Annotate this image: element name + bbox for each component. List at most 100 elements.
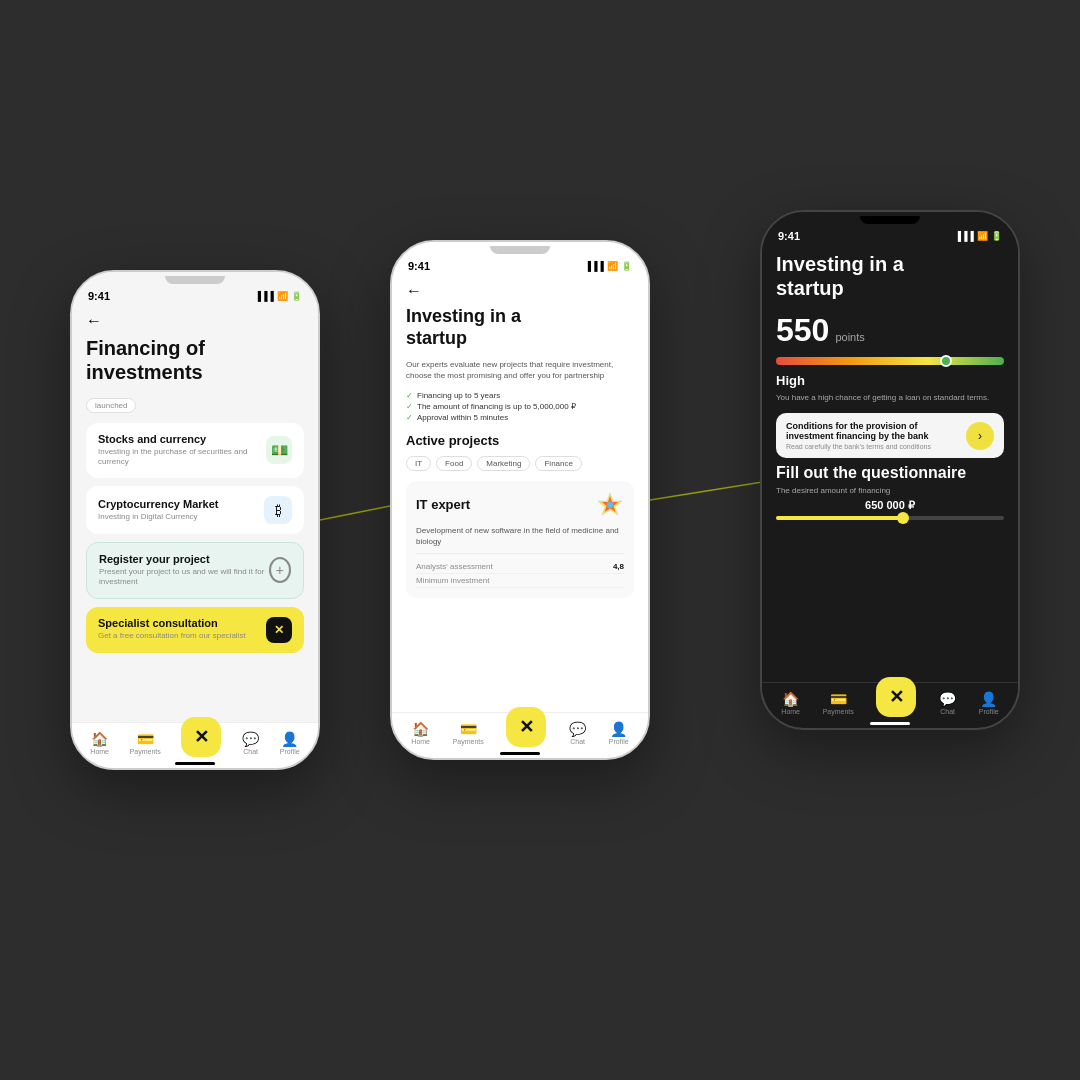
stat-row-2: Minimum investment [416,574,624,588]
register-sub: Present your project to us and we will f… [99,567,269,588]
home-indicator-middle [500,752,540,755]
nav-home-left[interactable]: 🏠 Home [90,731,109,755]
feature-text-3: Approval within 5 minutes [417,413,508,422]
home-icon-r: 🏠 [782,691,799,707]
payments-icon-r: 💳 [830,691,847,707]
check-1: ✓ [406,391,413,400]
crypto-card[interactable]: Cryptocurrency Market Investing in Digit… [86,486,304,534]
tag-finance[interactable]: Finance [535,456,581,471]
signal-icon: ▐▐▐ [255,291,274,301]
rating-label: High [776,373,1004,388]
feature-2: ✓ The amount of financing is up to 5,000… [406,401,634,412]
battery-icon: 🔋 [291,291,302,301]
back-button-middle[interactable]: ← [406,282,634,300]
stat-label-1: Analysts' assessment [416,562,493,571]
nav-chat-right[interactable]: 💬 Chat [939,691,956,715]
register-card[interactable]: Register your project Present your proje… [86,542,304,599]
chat-icon-m: 💬 [569,721,586,737]
status-bar-left: 9:41 ▐▐▐ 📶 🔋 [72,284,318,304]
nav-payments-middle[interactable]: 💳 Payments [453,721,484,745]
nav-payments-label-left: Payments [130,748,161,755]
nav-chat-label-left: Chat [243,748,258,755]
home-icon-m: 🏠 [412,721,429,737]
fill-sub: The desired amount of financing [776,486,1004,495]
signal-icon-m: ▐▐▐ [585,261,604,271]
crypto-card-text: Cryptocurrency Market Investing in Digit… [98,498,218,522]
nav-active-btn-left[interactable]: ✕ [181,717,221,757]
nav-payments-left[interactable]: 💳 Payments [130,731,161,755]
nav-payments-right[interactable]: 💳 Payments [823,691,854,715]
feature-text-1: Financing up to 5 years [417,391,500,400]
slider-thumb[interactable] [897,512,909,524]
nav-profile-right[interactable]: 👤 Profile [979,691,999,715]
conditions-card[interactable]: Conditions for the provision of investme… [776,413,1004,458]
tag-food[interactable]: Food [436,456,472,471]
check-2: ✓ [406,402,413,411]
bottom-nav-middle: 🏠 Home 💳 Payments ✕ 💬 Chat 👤 Profile [392,712,648,749]
tag-marketing[interactable]: Marketing [477,456,530,471]
stat-value-1: 4,8 [613,562,624,571]
register-plus-icon[interactable]: + [269,557,291,583]
time-middle: 9:41 [408,260,430,272]
condition-sub: Read carefully the bank's terms and cond… [786,443,966,450]
nav-chat-middle[interactable]: 💬 Chat [569,721,586,745]
feature-list: ✓ Financing up to 5 years ✓ The amount o… [406,390,634,423]
payments-icon-left: 💳 [137,731,154,747]
nav-profile-label-m: Profile [609,738,629,745]
phone-right-content: Investing in a startup 550 points High Y… [762,244,1018,682]
nav-active-btn-middle[interactable]: ✕ [506,707,546,747]
wifi-icon-r: 📶 [977,231,988,241]
phone-left: 9:41 ▐▐▐ 📶 🔋 ← Financing of investments … [70,270,320,770]
nav-chat-left[interactable]: 💬 Chat [242,731,259,755]
specialist-card[interactable]: Specialist consultation Get a free consu… [86,607,304,653]
phone-middle-content: ← Investing in a startup Our experts eva… [392,274,648,712]
nav-profile-middle[interactable]: 👤 Profile [609,721,629,745]
nav-home-right[interactable]: 🏠 Home [781,691,800,715]
points-label: points [835,331,864,343]
wifi-icon-m: 📶 [607,261,618,271]
notch-right [860,216,920,224]
project-logo [596,491,624,519]
home-icon-left: 🏠 [91,731,108,747]
project-desc: Development of new software in the field… [416,525,624,547]
nav-home-label-left: Home [90,748,109,755]
project-name: IT expert [416,497,470,512]
feature-3: ✓ Approval within 5 minutes [406,412,634,423]
stocks-card[interactable]: Stocks and currency Investing in the pur… [86,423,304,478]
conditions-arrow-icon[interactable]: › [966,422,994,450]
project-card[interactable]: IT expert Development of new software in… [406,481,634,598]
profile-icon-r: 👤 [980,691,997,707]
fill-section: Fill out the questionnaire The desired a… [776,464,1004,520]
home-indicator-right [870,722,910,725]
status-bar-right: 9:41 ▐▐▐ 📶 🔋 [762,224,1018,244]
stat-row-1: Analysts' assessment 4,8 [416,560,624,574]
project-header: IT expert [416,491,624,519]
nav-active-btn-right[interactable]: ✕ [876,677,916,717]
wifi-icon: 📶 [277,291,288,301]
amount-slider[interactable] [776,516,1004,520]
condition-title: Conditions for the provision of investme… [786,421,966,441]
feature-text-2: The amount of financing is up to 5,000,0… [417,402,576,411]
launched-badge: launched [86,398,136,413]
conditions-text: Conditions for the provision of investme… [786,421,966,450]
back-button-left[interactable]: ← [86,312,304,330]
fill-amount: 650 000 ₽ [776,499,1004,512]
specialist-sub: Get a free consultation from our special… [98,631,246,641]
crypto-title: Cryptocurrency Market [98,498,218,510]
page-title-right: Investing in a startup [776,252,1004,300]
tag-it[interactable]: IT [406,456,431,471]
specialist-card-text: Specialist consultation Get a free consu… [98,617,246,641]
progress-dot [940,355,952,367]
project-stats: Analysts' assessment 4,8 Minimum investm… [416,553,624,588]
phone-left-content: ← Financing of investments launched Stoc… [72,304,318,722]
nav-profile-left[interactable]: 👤 Profile [280,731,300,755]
active-projects-title: Active projects [406,433,634,448]
stocks-title: Stocks and currency [98,433,266,445]
nav-home-middle[interactable]: 🏠 Home [411,721,430,745]
stocks-icon: 💵 [266,436,292,464]
specialist-close-icon[interactable]: ✕ [266,617,292,643]
nav-payments-label-m: Payments [453,738,484,745]
chat-icon-r: 💬 [939,691,956,707]
bottom-nav-right: 🏠 Home 💳 Payments ✕ 💬 Chat 👤 Profile [762,682,1018,719]
signal-icon-r: ▐▐▐ [955,231,974,241]
